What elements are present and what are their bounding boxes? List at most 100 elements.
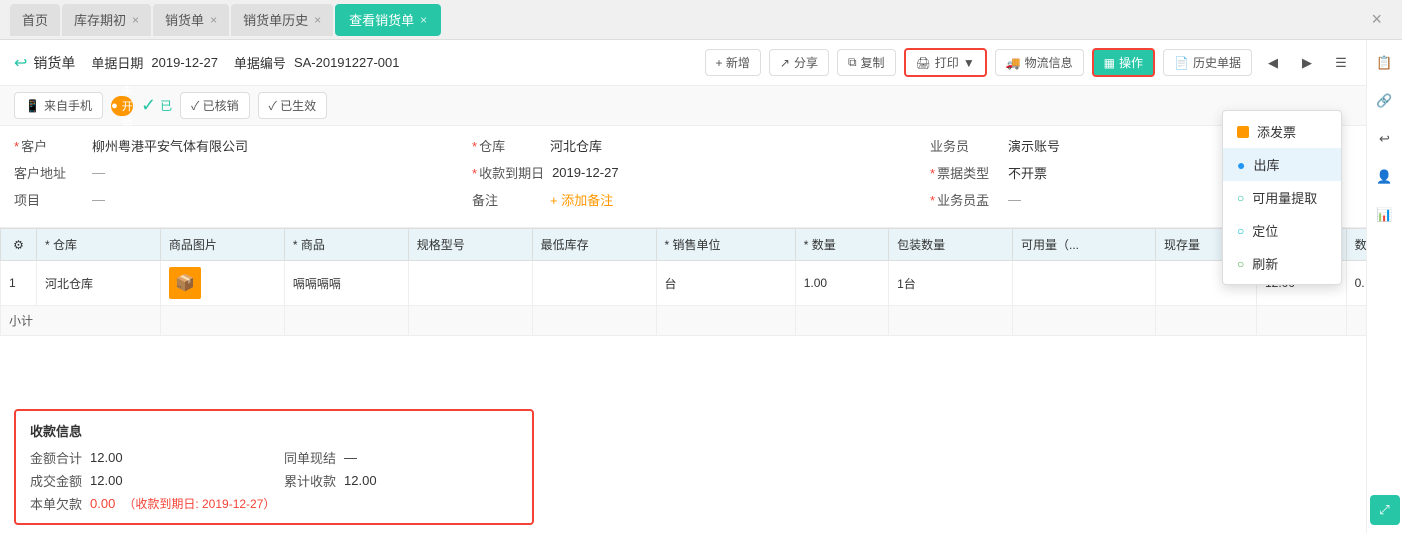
window-close-button[interactable]: ×	[1361, 9, 1392, 30]
effective-button[interactable]: ✓ 已生效	[258, 92, 328, 119]
logistics-button[interactable]: 🚚 物流信息	[995, 49, 1084, 76]
sidebar-chart-icon[interactable]: 📊	[1370, 200, 1400, 230]
print-button[interactable]: 🖨 打印 ▼	[904, 48, 987, 77]
doc-title: ↩ 销货单	[14, 53, 75, 73]
history-button[interactable]: 📄 历史单据	[1163, 49, 1252, 76]
refresh-icon: ○	[1237, 257, 1244, 271]
payment-info: 收款信息 金额合计 12.00 同单现结 — 成交金额 12.00	[14, 409, 534, 525]
new-button[interactable]: + 新增	[705, 49, 761, 76]
doc-toolbar: 📱 来自手机 ● 未开票 ✓ 已 ✓ 已核销 ✓ 已生效	[0, 86, 1402, 126]
locate-icon: ○	[1237, 224, 1244, 238]
col-product: * 商品	[284, 229, 408, 261]
form-row-1: 客户 柳州粤港平安气体有限公司 仓库 河北仓库 业务员 演示账号	[14, 136, 1388, 155]
add-invoice-label: 添发票	[1257, 122, 1296, 141]
dropdown-out-stock[interactable]: ● 出库	[1223, 148, 1341, 181]
tab-view-sales[interactable]: 查看销货单 ×	[335, 4, 441, 36]
subtotal-unit	[656, 306, 795, 336]
product-table: ⚙ * 仓库 商品图片 * 商品 规格型号 最低库存 * 销售单位 * 数量 包…	[0, 228, 1402, 336]
col-unit: * 销售单位	[656, 229, 795, 261]
table-header-row: ⚙ * 仓库 商品图片 * 商品 规格型号 最低库存 * 销售单位 * 数量 包…	[1, 229, 1402, 261]
salesperson-label: 业务员	[930, 136, 1000, 155]
payment-row-current-due: 本单欠款 0.00 （收款到期日: 2019-12-27）	[30, 494, 518, 513]
address-value: —	[84, 165, 113, 180]
sales-rep-value: —	[1000, 192, 1029, 207]
open-ticket-label: 未开票	[122, 82, 133, 130]
doc-type-icon: ↩	[14, 53, 27, 73]
date-label: 单据日期	[91, 53, 143, 72]
due-date-note: （收款到期日: 2019-12-27）	[123, 495, 275, 512]
project-value: —	[84, 192, 113, 207]
total-amount-label: 金额合计	[30, 448, 82, 467]
customer-field: 客户 柳州粤港平安气体有限公司	[14, 136, 472, 155]
due-date-label: 收款到期日	[472, 163, 544, 182]
due-date-value: 2019-12-27	[544, 165, 627, 180]
tab-view-sales-label: 查看销货单	[349, 10, 414, 29]
share-button[interactable]: ↗ 分享	[769, 49, 829, 76]
row-product: 嗝嗝嗝嗝	[284, 261, 408, 306]
subtotal-available	[1013, 306, 1156, 336]
remark-label: 备注	[472, 190, 542, 209]
share-icon: ↗	[780, 56, 790, 70]
dropdown-locate[interactable]: ○ 定位	[1223, 214, 1341, 247]
sidebar-link-icon[interactable]: 🔗	[1370, 86, 1400, 116]
tab-inventory-init-close[interactable]: ×	[132, 13, 139, 27]
sidebar-user-icon[interactable]: 👤	[1370, 162, 1400, 192]
check-icon: ✓	[141, 95, 156, 116]
subtotal-product	[284, 306, 408, 336]
open-ticket-dot: ●	[111, 100, 118, 112]
sidebar-doc-icon[interactable]: 📋	[1370, 48, 1400, 78]
due-date-field: 收款到期日 2019-12-27	[472, 163, 930, 182]
tab-sales-history[interactable]: 销货单历史 ×	[231, 4, 333, 36]
view-list-button[interactable]: ☰	[1328, 50, 1354, 76]
warehouse-field: 仓库 河北仓库	[472, 136, 930, 155]
from-phone-button[interactable]: 📱 来自手机	[14, 92, 103, 119]
tab-sales-order-close[interactable]: ×	[210, 13, 217, 27]
out-stock-label: 出库	[1253, 155, 1279, 174]
col-spec: 规格型号	[408, 229, 532, 261]
tab-sales-history-label: 销货单历史	[243, 10, 308, 29]
effective-label: ✓ 已生效	[269, 97, 317, 114]
next-button[interactable]: ▶	[1294, 50, 1320, 76]
operate-button[interactable]: ▦ 操作	[1092, 48, 1155, 77]
project-field: 项目 —	[14, 190, 472, 209]
print-dropdown-icon: ▼	[963, 56, 975, 70]
project-label: 项目	[14, 190, 84, 209]
available-qty-label: 可用量提取	[1252, 188, 1317, 207]
sidebar-undo-icon[interactable]: ↩	[1370, 124, 1400, 154]
from-phone-label: 来自手机	[44, 97, 92, 114]
row-package-qty: 1台	[889, 261, 1013, 306]
tab-bar: 首页 库存期初 × 销货单 × 销货单历史 × 查看销货单 × ×	[0, 0, 1402, 40]
dropdown-add-invoice[interactable]: 添发票	[1223, 115, 1341, 148]
same-order-value: —	[344, 450, 357, 465]
tab-view-sales-close[interactable]: ×	[420, 13, 427, 27]
copy-button[interactable]: ⧉ 复制	[837, 49, 896, 76]
dropdown-refresh[interactable]: ○ 刷新	[1223, 247, 1341, 280]
salesperson-value: 演示账号	[1000, 136, 1068, 155]
ticket-type-label: 票据类型	[930, 163, 1000, 182]
current-due-label: 本单欠款	[30, 494, 82, 513]
tab-sales-order[interactable]: 销货单 ×	[153, 4, 229, 36]
form-row-2: 客户地址 — 收款到期日 2019-12-27 票据类型 不开票	[14, 163, 1388, 182]
tab-inventory-init-label: 库存期初	[74, 10, 126, 29]
doc-number-meta: 单据编号 SA-20191227-001	[234, 53, 400, 72]
prev-button[interactable]: ◀	[1260, 50, 1286, 76]
tab-inventory-init[interactable]: 库存期初 ×	[62, 4, 151, 36]
tab-sales-history-close[interactable]: ×	[314, 13, 321, 27]
ticket-type-value: 不开票	[1000, 163, 1055, 182]
tab-home[interactable]: 首页	[10, 4, 60, 36]
check-label: 已	[160, 97, 172, 114]
col-settings: ⚙	[1, 229, 37, 261]
address-field: 客户地址 —	[14, 163, 472, 182]
add-remark-button[interactable]: + 添加备注	[542, 190, 621, 209]
cancelled-button[interactable]: ✓ 已核销	[180, 92, 250, 119]
right-sidebar: 📋 🔗 ↩ 👤 📊 ⤢	[1366, 40, 1402, 533]
row-spec	[408, 261, 532, 306]
sidebar-expand-icon[interactable]: ⤢	[1370, 495, 1400, 525]
row-warehouse: 河北仓库	[37, 261, 161, 306]
same-order-label: 同单现结	[284, 448, 336, 467]
row-unit: 台	[656, 261, 795, 306]
open-ticket-button[interactable]: ● 未开票	[111, 96, 133, 116]
col-min-stock: 最低库存	[532, 229, 656, 261]
total-amount-value: 12.00	[90, 450, 123, 465]
dropdown-available-qty[interactable]: ○ 可用量提取	[1223, 181, 1341, 214]
